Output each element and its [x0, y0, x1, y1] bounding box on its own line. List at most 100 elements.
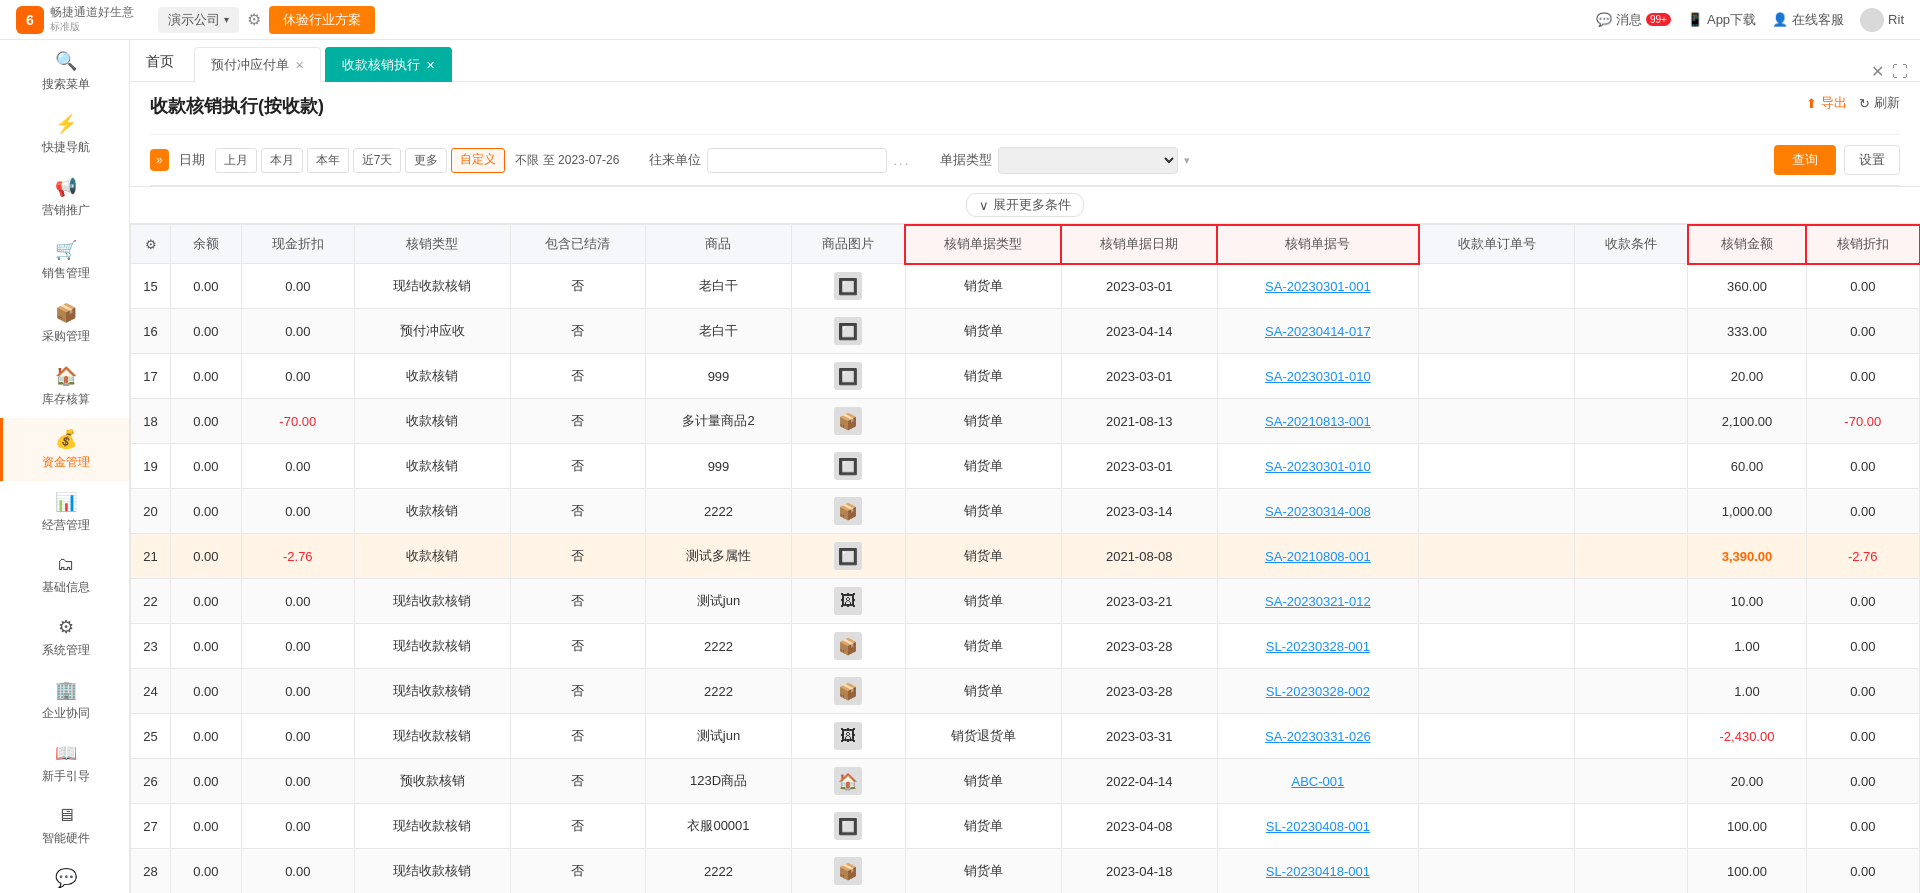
collection-order-no-cell [1419, 849, 1575, 894]
online-service-button[interactable]: 👤 在线客服 [1772, 11, 1844, 29]
sidebar-item-guide[interactable]: 📖 新手引导 [0, 732, 129, 795]
user-avatar [1860, 8, 1884, 32]
th-balance: 余额 [171, 225, 242, 264]
sidebar-item-wechat[interactable]: 💬 企业微信 [0, 857, 129, 893]
product-image-cell: 🔲 [792, 264, 905, 309]
date-btn-this-month[interactable]: 本月 [261, 148, 303, 173]
verify-no-cell[interactable]: SA-20230301-010 [1217, 354, 1418, 399]
th-settings[interactable]: ⚙ [131, 225, 171, 264]
collection-order-no-cell [1419, 354, 1575, 399]
balance-cell: 0.00 [171, 399, 242, 444]
verify-no-link[interactable]: SL-20230418-001 [1266, 864, 1370, 879]
sidebar-item-purchase[interactable]: 📦 采购管理 [0, 292, 129, 355]
verify-no-link[interactable]: SL-20230328-001 [1266, 639, 1370, 654]
sidebar-item-search[interactable]: 🔍 搜索菜单 [0, 40, 129, 103]
th-verify-date: 核销单据日期 [1061, 225, 1217, 264]
refresh-button[interactable]: ↻ 刷新 [1859, 94, 1900, 112]
verify-no-link[interactable]: SL-20230328-002 [1266, 684, 1370, 699]
top-bar-right: 💬 消息 99+ 📱 App下载 👤 在线客服 Rit [1596, 8, 1904, 32]
verify-no-cell[interactable]: SA-20230301-001 [1217, 264, 1418, 309]
date-btn-last-month[interactable]: 上月 [215, 148, 257, 173]
table-row: 210.00-2.76收款核销否测试多属性🔲销货单2021-08-08SA-20… [131, 534, 1920, 579]
row-number: 26 [131, 759, 171, 804]
date-custom-label[interactable]: 自定义 [451, 148, 505, 173]
notification-button[interactable]: 💬 消息 99+ [1596, 11, 1671, 29]
settings-icon[interactable]: ⚙ [247, 10, 261, 29]
verify-no-link[interactable]: SL-20230408-001 [1266, 819, 1370, 834]
app-download-button[interactable]: 📱 App下载 [1687, 11, 1756, 29]
verify-no-link[interactable]: SA-20230314-008 [1265, 504, 1371, 519]
verify-no-cell[interactable]: SA-20230301-010 [1217, 444, 1418, 489]
industry-button[interactable]: 休验行业方案 [269, 6, 375, 34]
expand-conditions-button[interactable]: ∨ 展开更多条件 [966, 193, 1084, 217]
verify-no-cell[interactable]: SA-20230314-008 [1217, 489, 1418, 534]
date-btn-this-year[interactable]: 本年 [307, 148, 349, 173]
verify-no-link[interactable]: SA-20230301-010 [1265, 459, 1371, 474]
product-cell: 老白干 [645, 264, 792, 309]
tab-prepay-close[interactable]: ✕ [295, 59, 304, 72]
verify-no-cell[interactable]: SA-20210808-001 [1217, 534, 1418, 579]
date-btn-7days[interactable]: 近7天 [353, 148, 402, 173]
tab-home[interactable]: 首页 [130, 45, 190, 81]
verify-no-cell[interactable]: SL-20230328-002 [1217, 669, 1418, 714]
verify-no-cell[interactable]: SL-20230408-001 [1217, 804, 1418, 849]
tab-collection-close[interactable]: ✕ [426, 59, 435, 72]
verify-no-cell[interactable]: SA-20230321-012 [1217, 579, 1418, 624]
verify-no-link[interactable]: SA-20230414-017 [1265, 324, 1371, 339]
verify-no-link[interactable]: SA-20210813-001 [1265, 414, 1371, 429]
sidebar-item-shortcut[interactable]: ⚡ 快捷导航 [0, 103, 129, 166]
verify-no-link[interactable]: SA-20230321-012 [1265, 594, 1371, 609]
page-header: 收款核销执行(按收款) ⬆ 导出 ↻ 刷新 » 日期 上 [130, 82, 1920, 187]
query-button[interactable]: 查询 [1774, 145, 1836, 175]
verify-no-link[interactable]: SA-20230301-001 [1265, 279, 1371, 294]
tab-collection[interactable]: 收款核销执行 ✕ [325, 47, 452, 82]
column-settings-icon[interactable]: ⚙ [145, 237, 157, 252]
export-button[interactable]: ⬆ 导出 [1806, 94, 1847, 112]
maximize-icon[interactable]: ⛶ [1892, 63, 1908, 81]
sidebar-item-finance[interactable]: 💰 资金管理 [0, 418, 129, 481]
company-selector[interactable]: 演示公司 ▾ [158, 7, 239, 33]
sidebar-item-inventory[interactable]: 🏠 库存核算 [0, 355, 129, 418]
verify-no-link[interactable]: SA-20210808-001 [1265, 549, 1371, 564]
tab-collection-label: 收款核销执行 [342, 56, 420, 74]
verify-date-cell: 2023-03-28 [1061, 669, 1217, 714]
sidebar-item-system[interactable]: ⚙ 系统管理 [0, 606, 129, 669]
include-settled-cell: 否 [511, 849, 646, 894]
verify-no-cell[interactable]: ABC-001 [1217, 759, 1418, 804]
partner-input[interactable] [707, 148, 887, 173]
balance-cell: 0.00 [171, 579, 242, 624]
tab-prepay[interactable]: 预付冲应付单 ✕ [194, 47, 321, 82]
cash-discount-cell: 0.00 [241, 804, 354, 849]
sidebar-item-sales[interactable]: 🛒 销售管理 [0, 229, 129, 292]
verify-no-link[interactable]: SA-20230331-026 [1265, 729, 1371, 744]
product-thumbnail: 📦 [834, 857, 862, 885]
verify-date-cell: 2023-03-14 [1061, 489, 1217, 534]
sidebar-item-company[interactable]: 🏢 企业协同 [0, 669, 129, 732]
verify-no-cell[interactable]: SA-20210813-001 [1217, 399, 1418, 444]
marketing-icon: 📢 [55, 176, 77, 198]
partner-dots: ... [893, 153, 910, 168]
verify-type-cell: 现结收款核销 [354, 624, 510, 669]
collection-order-no-cell [1419, 489, 1575, 534]
table-settings-button[interactable]: 设置 [1844, 145, 1900, 175]
product-thumbnail: 📦 [834, 632, 862, 660]
verify-no-link[interactable]: ABC-001 [1291, 774, 1344, 789]
table-row: 160.000.00预付冲应收否老白干🔲销货单2023-04-14SA-2023… [131, 309, 1920, 354]
date-btn-more[interactable]: 更多 [405, 148, 447, 173]
filter-toggle-button[interactable]: » [150, 149, 169, 171]
verify-no-cell[interactable]: SL-20230328-001 [1217, 624, 1418, 669]
verify-no-cell[interactable]: SA-20230414-017 [1217, 309, 1418, 354]
voucher-type-select[interactable] [998, 147, 1178, 174]
verify-no-link[interactable]: SA-20230301-010 [1265, 369, 1371, 384]
user-menu[interactable]: Rit [1860, 8, 1904, 32]
verify-no-cell[interactable]: SA-20230331-026 [1217, 714, 1418, 759]
collection-condition-cell [1575, 534, 1688, 579]
sidebar-item-business[interactable]: 📊 经营管理 [0, 481, 129, 544]
verify-no-cell[interactable]: SL-20230418-001 [1217, 849, 1418, 894]
date-range-text: 不限 至 2023-07-26 [515, 152, 619, 169]
verify-discount-cell: 0.00 [1806, 489, 1919, 534]
sidebar-item-hardware[interactable]: 🖥 智能硬件 [0, 795, 129, 857]
sidebar-item-marketing[interactable]: 📢 营销推广 [0, 166, 129, 229]
sidebar-item-basic[interactable]: 🗂 基础信息 [0, 544, 129, 606]
close-window-icon[interactable]: ✕ [1871, 62, 1884, 81]
